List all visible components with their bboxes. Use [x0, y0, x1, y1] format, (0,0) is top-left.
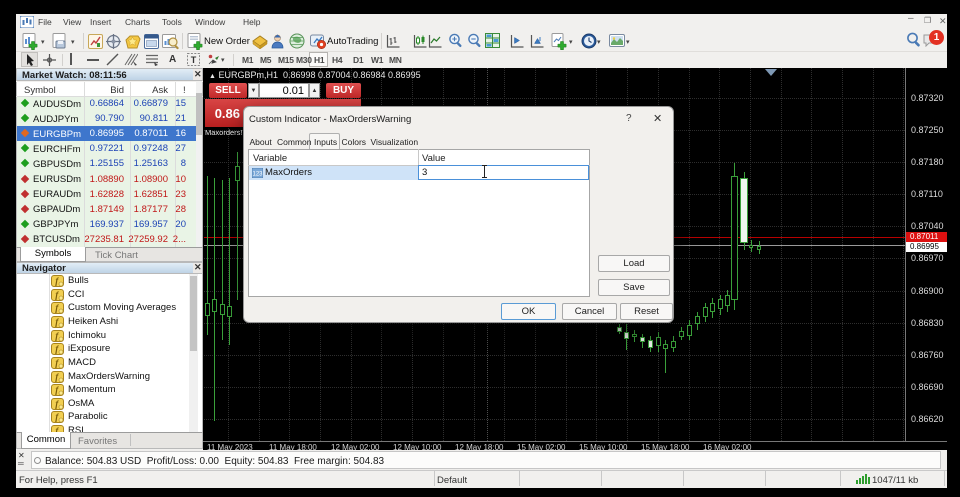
svg-text:123: 123 [252, 172, 263, 178]
svg-text:T: T [191, 55, 197, 65]
